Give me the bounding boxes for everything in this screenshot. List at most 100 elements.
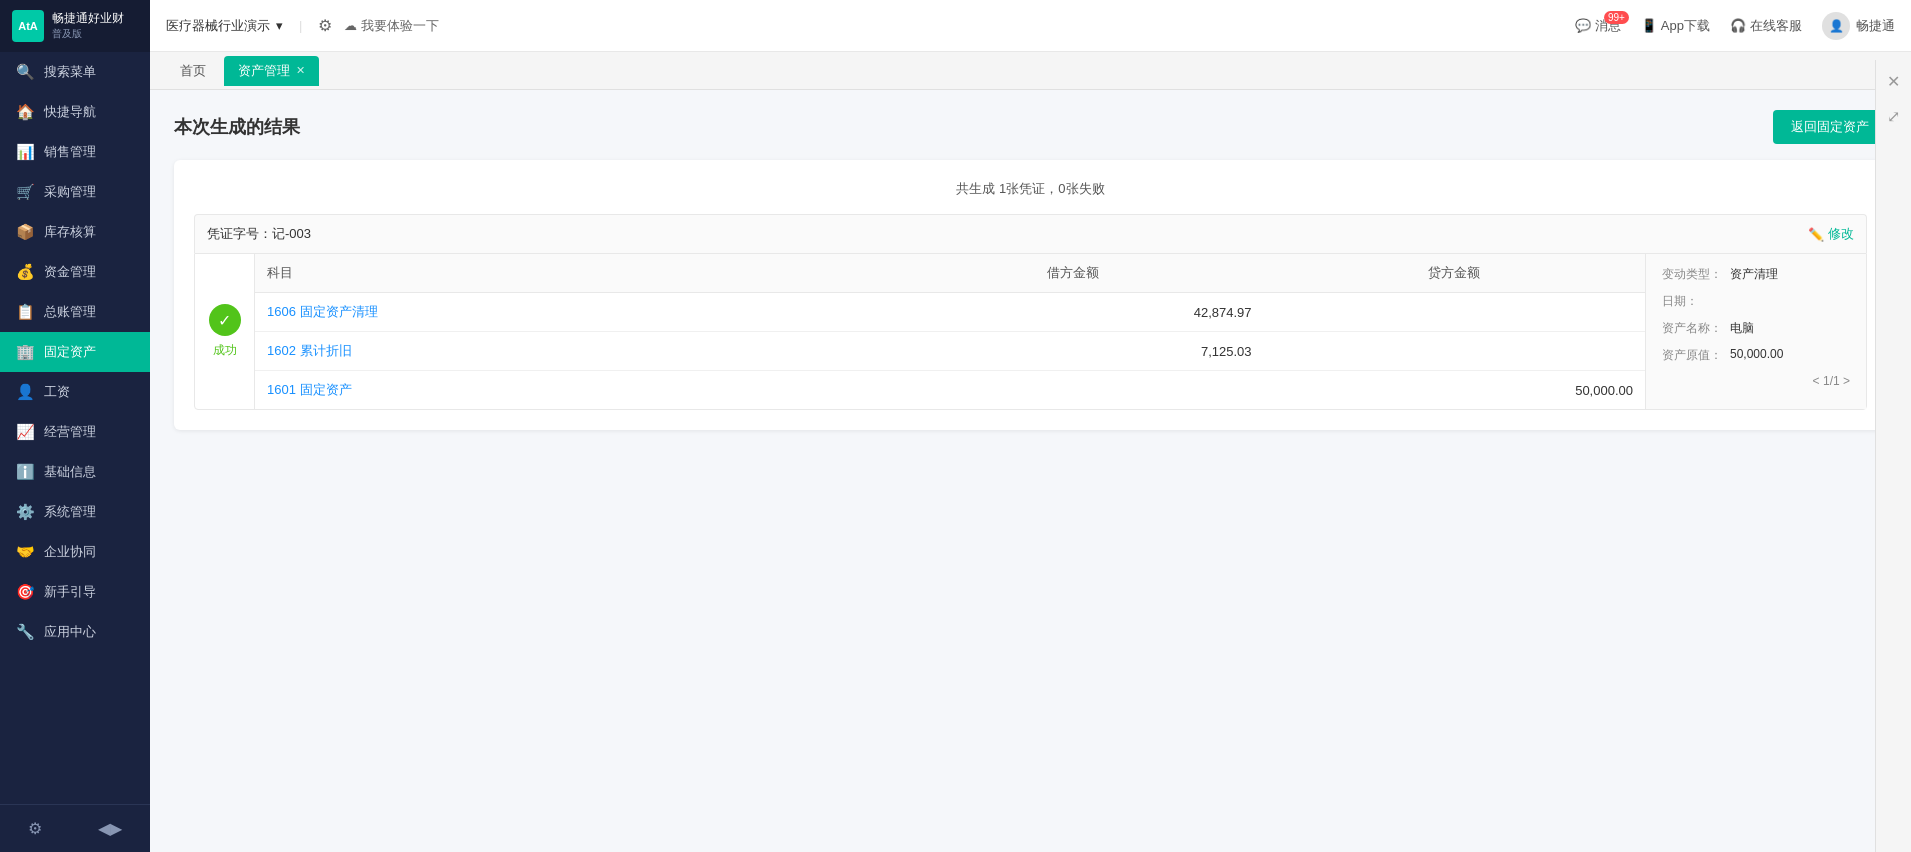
page-info: 1/1 [1823, 374, 1843, 388]
edit-icon: ✏️ [1808, 227, 1824, 242]
sidebar-item-quick-nav[interactable]: 🏠 快捷导航 [0, 92, 150, 132]
asset-name-value: 电脑 [1730, 320, 1754, 337]
sidebar-logo: AtA 畅捷通好业财 普及版 [0, 0, 150, 52]
sidebar-item-guide[interactable]: 🎯 新手引导 [0, 572, 150, 612]
page-content: 本次生成的结果 返回固定资产 共生成 1张凭证，0张失败 凭证字号：记-003 … [150, 90, 1911, 852]
sidebar-item-enterprise[interactable]: 🤝 企业协同 [0, 532, 150, 572]
result-card: 共生成 1张凭证，0张失败 凭证字号：记-003 ✏️ 修改 ✓ 成功 [174, 160, 1887, 430]
voucher-side-panel: 变动类型： 资产清理 日期： 资产名称： 电脑 资产原值： [1646, 254, 1866, 409]
inventory-icon: 📦 [16, 223, 34, 241]
sales-icon: 📊 [16, 143, 34, 161]
voucher-header: 凭证字号：记-003 ✏️ 修改 [194, 214, 1867, 253]
logo-text: 畅捷通好业财 [52, 11, 124, 27]
success-text: 成功 [213, 342, 237, 359]
sidebar-item-app-center[interactable]: 🔧 应用中心 [0, 612, 150, 652]
sidebar-footer: ⚙ ◀▶ [0, 804, 150, 852]
success-circle-icon: ✓ [209, 304, 241, 336]
voucher-body: ✓ 成功 科目 借方金额 贷方金额 [194, 253, 1867, 410]
sidebar-item-inventory[interactable]: 📦 库存核算 [0, 212, 150, 252]
sidebar-item-operations[interactable]: 📈 经营管理 [0, 412, 150, 452]
operations-icon: 📈 [16, 423, 34, 441]
online-service-button[interactable]: 🎧 在线客服 [1730, 17, 1802, 35]
credit-cell-2 [1264, 332, 1645, 371]
company-name: 医疗器械行业演示 [166, 17, 270, 35]
sidebar-item-ledger[interactable]: 📋 总账管理 [0, 292, 150, 332]
table-row: 1602 累计折旧 7,125.03 [255, 332, 1645, 371]
ledger-icon: 📋 [16, 303, 34, 321]
change-type-value: 资产清理 [1730, 266, 1778, 283]
expand-panel-button[interactable]: ⤢ [1883, 103, 1904, 130]
debit-cell-3 [882, 371, 1263, 410]
topbar-right: 💬 消息 99+ 📱 App下载 🎧 在线客服 👤 畅捷通 [1575, 12, 1895, 40]
table-row: 1601 固定资产 50,000.00 [255, 371, 1645, 410]
sidebar-item-search[interactable]: 🔍 搜索菜单 [0, 52, 150, 92]
settings-footer-button[interactable]: ⚙ [20, 815, 50, 842]
subject-cell-2[interactable]: 1602 累计折旧 [255, 332, 882, 371]
subject-cell-3[interactable]: 1601 固定资产 [255, 371, 882, 410]
user-menu[interactable]: 👤 畅捷通 [1822, 12, 1895, 40]
asset-value-label: 资产原值： [1662, 347, 1722, 364]
enterprise-icon: 🤝 [16, 543, 34, 561]
payroll-icon: 👤 [16, 383, 34, 401]
phone-icon: 📱 [1641, 18, 1657, 33]
date-label: 日期： [1662, 293, 1698, 310]
cloud-icon: ☁ [344, 18, 357, 33]
message-icon: 💬 [1575, 18, 1591, 33]
tab-close-icon[interactable]: ✕ [296, 64, 305, 77]
tab-bar: 首页 资产管理 ✕ [150, 52, 1911, 90]
content-area: 首页 资产管理 ✕ 本次生成的结果 返回固定资产 共生成 1张凭证，0张失败 凭… [150, 52, 1911, 852]
credit-cell-3: 50,000.00 [1264, 371, 1645, 410]
experience-button[interactable]: ☁ 我要体验一下 [344, 17, 439, 35]
asset-name-row: 资产名称： 电脑 [1662, 320, 1850, 337]
sidebar-item-capital[interactable]: 💰 资金管理 [0, 252, 150, 292]
close-panel-button[interactable]: ✕ [1883, 68, 1904, 95]
logo-sub: 普及版 [52, 27, 124, 41]
guide-icon: 🎯 [16, 583, 34, 601]
prev-page-button[interactable]: < [1813, 374, 1820, 388]
system-icon: ⚙️ [16, 503, 34, 521]
main-area: 医疗器械行业演示 ▾ | ⚙ ☁ 我要体验一下 💬 消息 99+ 📱 App下载… [150, 0, 1911, 852]
company-selector[interactable]: 医疗器械行业演示 ▾ [166, 17, 283, 35]
topbar-divider: | [299, 18, 302, 33]
sidebar-nav: 🔍 搜索菜单 🏠 快捷导航 📊 销售管理 🛒 采购管理 📦 库存核算 💰 资金管… [0, 52, 150, 804]
sidebar-item-payroll[interactable]: 👤 工资 [0, 372, 150, 412]
voucher-number: 凭证字号：记-003 [207, 225, 311, 243]
dropdown-icon: ▾ [276, 18, 283, 33]
sidebar-item-basic-info[interactable]: ℹ️ 基础信息 [0, 452, 150, 492]
debit-cell-1: 42,874.97 [882, 293, 1263, 332]
topbar: 医疗器械行业演示 ▾ | ⚙ ☁ 我要体验一下 💬 消息 99+ 📱 App下载… [150, 0, 1911, 52]
messages-badge: 99+ [1604, 11, 1629, 24]
settings-icon[interactable]: ⚙ [318, 16, 332, 35]
tab-asset-mgmt[interactable]: 资产管理 ✕ [224, 56, 319, 86]
sidebar: AtA 畅捷通好业财 普及版 🔍 搜索菜单 🏠 快捷导航 📊 销售管理 🛒 采购… [0, 0, 150, 852]
debit-cell-2: 7,125.03 [882, 332, 1263, 371]
result-summary: 共生成 1张凭证，0张失败 [194, 180, 1867, 198]
col-credit: 贷方金额 [1264, 254, 1645, 293]
basic-info-icon: ℹ️ [16, 463, 34, 481]
headset-icon: 🎧 [1730, 18, 1746, 33]
sidebar-item-sales[interactable]: 📊 销售管理 [0, 132, 150, 172]
avatar: 👤 [1822, 12, 1850, 40]
collapse-button[interactable]: ◀▶ [90, 815, 130, 842]
edit-button[interactable]: ✏️ 修改 [1808, 225, 1854, 243]
home-icon: 🏠 [16, 103, 34, 121]
purchase-icon: 🛒 [16, 183, 34, 201]
page-header: 本次生成的结果 返回固定资产 [174, 110, 1887, 144]
next-page-button[interactable]: > [1843, 374, 1850, 388]
search-icon: 🔍 [16, 63, 34, 81]
change-type-label: 变动类型： [1662, 266, 1722, 283]
voucher-table: 科目 借方金额 贷方金额 1606 固定资产清理 42,874.97 [255, 254, 1646, 409]
app-download-button[interactable]: 📱 App下载 [1641, 17, 1710, 35]
return-button[interactable]: 返回固定资产 [1773, 110, 1887, 144]
asset-name-label: 资产名称： [1662, 320, 1722, 337]
success-status: ✓ 成功 [195, 254, 255, 409]
sidebar-item-purchase[interactable]: 🛒 采购管理 [0, 172, 150, 212]
col-subject: 科目 [255, 254, 882, 293]
subject-cell-1[interactable]: 1606 固定资产清理 [255, 293, 882, 332]
messages-button[interactable]: 💬 消息 99+ [1575, 17, 1621, 35]
tab-home[interactable]: 首页 [166, 56, 220, 86]
sidebar-item-fixed-assets[interactable]: 🏢 固定资产 [0, 332, 150, 372]
right-panel: ✕ ⤢ [1875, 60, 1911, 852]
asset-value-value: 50,000.00 [1730, 347, 1783, 364]
sidebar-item-system[interactable]: ⚙️ 系统管理 [0, 492, 150, 532]
